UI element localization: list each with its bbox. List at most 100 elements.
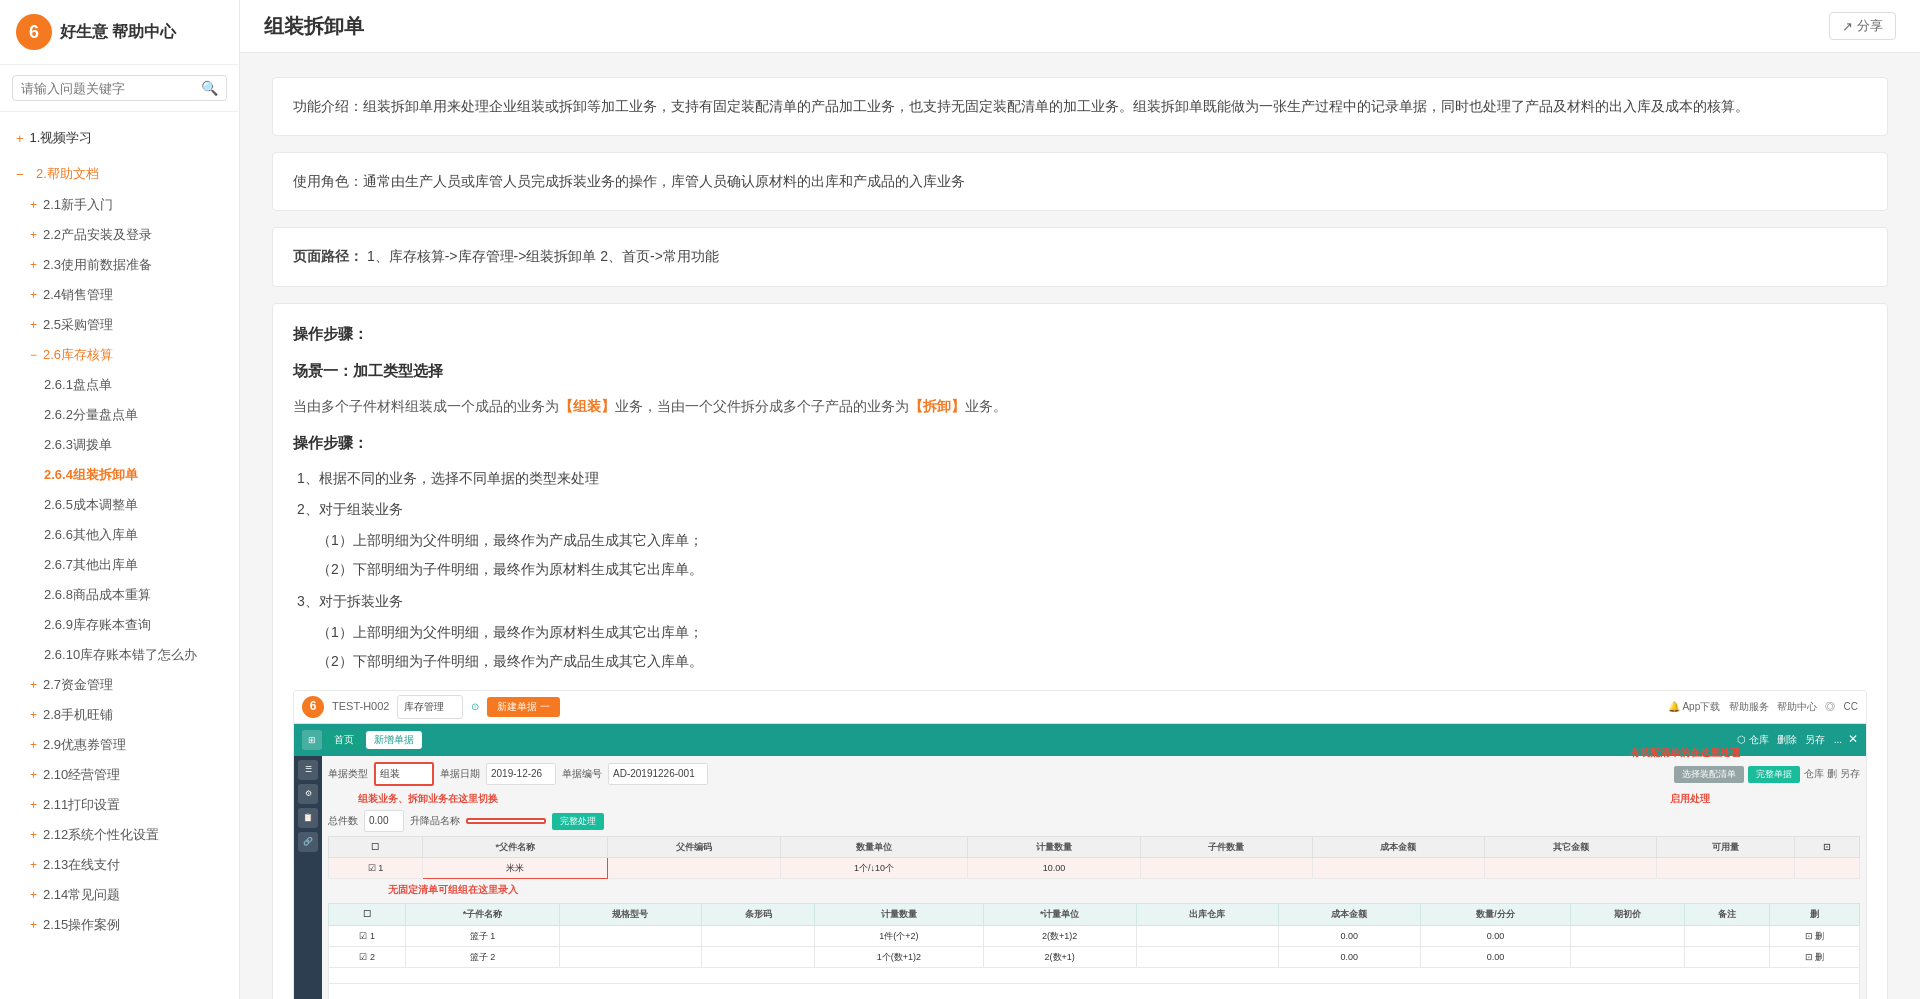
step3-sub1: （1）上部明细为父件明细，最终作为原材料生成其它出库单；: [317, 620, 1867, 645]
sidebar-item-2-6-7-label: 2.6.7其他出库单: [44, 556, 138, 574]
sim-type-value[interactable]: 组装: [374, 762, 434, 786]
sidebar-item-2-8[interactable]: + 2.8手机旺铺: [0, 700, 239, 730]
sim-no-label: 单据编号: [562, 765, 602, 783]
sim-new-btn[interactable]: 新建单据 一: [487, 697, 560, 717]
sidebar-item-2-6-2[interactable]: 2.6.2分量盘点单: [0, 400, 239, 430]
sidebar-item-2-1[interactable]: + 2.1新手入门: [0, 190, 239, 220]
sim-save-btn[interactable]: 完整单据: [1748, 766, 1800, 783]
sim-action-icons: 仓库 删 另存: [1804, 765, 1860, 783]
nav-list: + 1.视频学习 − 2.帮助文档 + 2.1新手入门 + 2.2产品安装及登录: [0, 112, 239, 999]
sidebar-item-video[interactable]: + 1.视频学习: [0, 122, 239, 154]
sidebar-item-2-6-9[interactable]: 2.6.9库存账本查询: [0, 610, 239, 640]
sidebar-item-2-6-5[interactable]: 2.6.5成本调整单: [0, 490, 239, 520]
plus-icon-small: +: [30, 228, 37, 242]
sim-td-count: 10.00: [968, 858, 1140, 879]
sidebar-item-2-6-3-label: 2.6.3调拨单: [44, 436, 112, 454]
share-button[interactable]: ↗ 分享: [1829, 12, 1896, 40]
sidebar-item-2-6-4[interactable]: 2.6.4组装拆卸单: [0, 460, 239, 490]
sim-no-value[interactable]: AD-20191226-001: [608, 763, 708, 785]
sim-left-panel: ☰ ⚙ 📋 🔗: [294, 756, 322, 999]
sidebar-item-2-6[interactable]: − 2.6库存核算: [0, 340, 239, 370]
sidebar-item-2-6-6[interactable]: 2.6.6其他入库单: [0, 520, 239, 550]
main-panel: 组装拆卸单 ↗ 分享 功能介绍：组装拆卸单用来处理企业组装或拆卸等加工业务，支持…: [240, 0, 1920, 999]
minus-icon: −: [16, 167, 30, 182]
sim-top-icons: 🔔 App下载 帮助服务 帮助中心 ◎ CC: [1668, 698, 1858, 716]
plus-icon-small: +: [30, 888, 37, 902]
sidebar-item-2-1-label: 2.1新手入门: [43, 196, 113, 214]
sidebar-item-2-5[interactable]: + 2.5采购管理: [0, 310, 239, 340]
sim-td-unit: 1个/↓10个: [780, 858, 968, 879]
sidebar-item-2-2[interactable]: + 2.2产品安装及登录: [0, 220, 239, 250]
sim-parent-table: ☐ *父件名称 父件编码 数量单位 计量数量 子件数量 成本金额 其它金额 可用: [328, 836, 1860, 879]
sidebar-item-2-6-3[interactable]: 2.6.3调拨单: [0, 430, 239, 460]
sidebar-item-2-6-4-label: 2.6.4组装拆卸单: [44, 466, 138, 484]
step2: 2、对于组装业务: [293, 497, 1867, 522]
sidebar-item-2-12[interactable]: + 2.12系统个性化设置: [0, 820, 239, 850]
sim-sub-td-rm: [1684, 925, 1769, 946]
search-input[interactable]: [21, 81, 201, 96]
sidebar-item-2-3[interactable]: + 2.3使用前数据准备: [0, 250, 239, 280]
sidebar-item-2-13[interactable]: + 2.13在线支付: [0, 850, 239, 880]
sim-apply-btn[interactable]: 完整处理: [552, 813, 604, 830]
sim-sub-td-del-2: ⊡ 删: [1769, 946, 1859, 967]
sim-sub-th-remark: 备注: [1684, 904, 1769, 925]
sidebar-item-2-6-2-label: 2.6.2分量盘点单: [44, 406, 138, 424]
sim-main-body: 单据类型 组装 单据日期 2019-12-26 单据编号 AD-20191226…: [322, 756, 1866, 999]
path-label: 页面路径：: [293, 248, 363, 264]
sim-warehouse-value[interactable]: [466, 818, 546, 824]
sidebar-item-docs[interactable]: − 2.帮助文档: [0, 158, 239, 190]
plus-icon-small: +: [30, 858, 37, 872]
sidebar-item-2-6-8[interactable]: 2.6.8商品成本重算: [0, 580, 239, 610]
table-row: ☑ 1 米米 1个/↓10个 10.00: [329, 858, 1860, 879]
nav-section-video: + 1.视频学习: [0, 120, 239, 156]
search-box[interactable]: 🔍: [12, 75, 227, 101]
sim-sub-td-sub-2: 0.00: [1420, 946, 1570, 967]
search-icon: 🔍: [201, 80, 218, 96]
share-icon: ↗: [1842, 19, 1853, 34]
sim-panel-icon-2: ⚙: [298, 784, 318, 804]
sim-qty-value[interactable]: 0.00: [364, 810, 404, 832]
role-card: 使用角色：通常由生产人员或库管人员完成拆装业务的操作，库管人员确认原材料的出库和…: [272, 152, 1888, 211]
sidebar-item-2-9[interactable]: + 2.9优惠券管理: [0, 730, 239, 760]
sidebar-item-2-6-7[interactable]: 2.6.7其他出库单: [0, 550, 239, 580]
sim-th-parent-code: 父件编码: [608, 837, 780, 858]
sim-sub-td-count: 1件(个+2): [815, 925, 983, 946]
sim-th-cost: 成本金额: [1312, 837, 1484, 858]
sidebar-item-2-4[interactable]: + 2.4销售管理: [0, 280, 239, 310]
sidebar-item-docs-label: 2.帮助文档: [36, 165, 99, 183]
path-value: 1、库存核算->库存管理->组装拆卸单 2、首页->常用功能: [367, 248, 719, 264]
plus-icon-small: +: [30, 798, 37, 812]
minus-icon-small: −: [30, 348, 37, 362]
sim-td-cost: [1312, 858, 1484, 879]
sidebar-item-2-7-label: 2.7资金管理: [43, 676, 113, 694]
sidebar-item-2-6-10[interactable]: 2.6.10库存账本错了怎么办: [0, 640, 239, 670]
sidebar-item-2-7[interactable]: + 2.7资金管理: [0, 670, 239, 700]
plus-icon-small: +: [30, 768, 37, 782]
sim-sub-th-cost: 成本金额: [1278, 904, 1420, 925]
sidebar-item-2-14[interactable]: + 2.14常见问题: [0, 880, 239, 910]
annotation-2-text: 组装业务、拆卸业务在这里切换: [358, 790, 498, 808]
plus-icon-small: +: [30, 288, 37, 302]
sidebar-item-2-2-label: 2.2产品安装及登录: [43, 226, 152, 244]
sidebar-item-2-6-5-label: 2.6.5成本调整单: [44, 496, 138, 514]
sim-sub-th-name: *子件名称: [406, 904, 559, 925]
sim-cancel-btn[interactable]: 选择装配清单: [1674, 766, 1744, 783]
sim-th-child-qty: 子件数量: [1140, 837, 1312, 858]
sim-tab-home[interactable]: 首页: [326, 731, 362, 749]
sidebar-item-2-10[interactable]: + 2.10经营管理: [0, 760, 239, 790]
sidebar-item-2-15[interactable]: + 2.15操作案例: [0, 910, 239, 940]
sim-tab-new[interactable]: 新增单据: [366, 731, 422, 749]
sidebar-item-2-6-1-label: 2.6.1盘点单: [44, 376, 112, 394]
sim-qty-label: 总件数: [328, 812, 358, 830]
sim-sub-td-cost: 0.00: [1278, 925, 1420, 946]
plus-icon-small: +: [30, 678, 37, 692]
sidebar-item-2-6-1[interactable]: 2.6.1盘点单: [0, 370, 239, 400]
sidebar-item-2-9-label: 2.9优惠券管理: [43, 736, 126, 754]
steps-card: 操作步骤： 场景一：加工类型选择 当由多个子件材料组装成一个成品的业务为【组装】…: [272, 303, 1888, 999]
intro-text: 功能介绍：组装拆卸单用来处理企业组装或拆卸等加工业务，支持有固定装配清单的产品加…: [293, 94, 1867, 119]
sidebar-item-2-11[interactable]: + 2.11打印设置: [0, 790, 239, 820]
sim-panel-icon-4: 🔗: [298, 832, 318, 852]
sidebar-item-2-4-label: 2.4销售管理: [43, 286, 113, 304]
sim-date-value[interactable]: 2019-12-26: [486, 763, 556, 785]
sim-close-icon[interactable]: ✕: [1848, 729, 1858, 751]
